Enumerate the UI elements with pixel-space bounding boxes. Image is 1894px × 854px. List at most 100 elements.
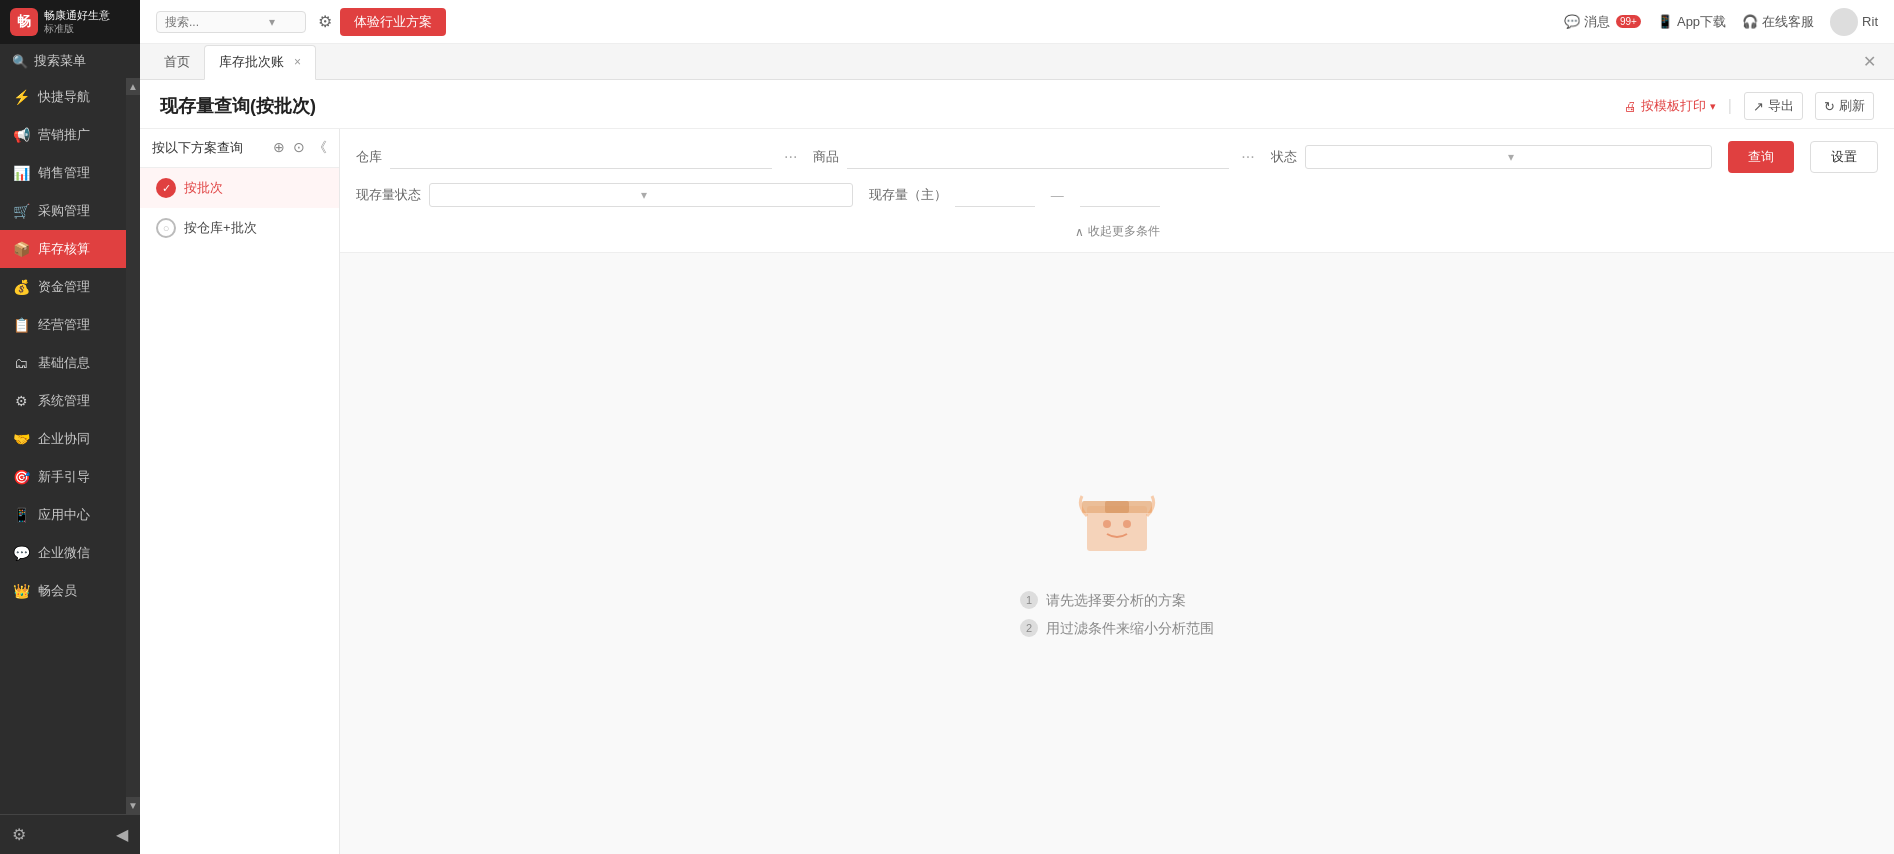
sidebar-item-marketing[interactable]: 📢营销推广 [0, 116, 126, 154]
enterprise-icon: 🤝 [12, 430, 30, 448]
settings-icon[interactable]: ⚙ [12, 825, 26, 844]
printer-icon: 🖨 [1624, 99, 1637, 114]
sidebar-item-beginner[interactable]: 🎯新手引导 [0, 458, 126, 496]
sidebar-item-label-beginner: 新手引导 [38, 468, 90, 486]
warehouse-more-icon[interactable]: ··· [784, 148, 797, 166]
hint-item-1: 1 请先选择要分析的方案 [1020, 586, 1214, 614]
sidebar-item-label-purchase: 采购管理 [38, 202, 90, 220]
tab-area-close-icon[interactable]: ✕ [1855, 52, 1884, 71]
filter-area: 仓库 ··· 商品 ··· 状态 ▾ [340, 129, 1894, 253]
inventory-qty-label: 现存量（主） [869, 186, 947, 204]
messages-badge: 99+ [1616, 15, 1641, 28]
avatar [1830, 8, 1858, 36]
collapse-left-icon[interactable]: 《 [313, 139, 327, 157]
sidebar-scroll-down[interactable]: ▼ [126, 797, 140, 814]
inventory-status-label: 现存量状态 [356, 186, 421, 204]
tabbar: 首页 库存批次账 × ✕ [140, 44, 1894, 80]
sidebar-item-app-center[interactable]: 📱应用中心 [0, 496, 126, 534]
trial-btn[interactable]: 体验行业方案 [340, 8, 446, 36]
status-dropdown-icon: ▾ [1508, 150, 1703, 164]
topbar-right: 💬 消息 99+ 📱 App下载 🎧 在线客服 Rit [1564, 8, 1878, 36]
topbar-search-input[interactable] [165, 15, 265, 29]
inventory-icon: 📦 [12, 240, 30, 258]
tab-home[interactable]: 首页 [150, 44, 204, 79]
operations-icon: 📋 [12, 316, 30, 334]
filter-row-2: 现存量状态 ▾ 现存量（主） — [356, 183, 1878, 207]
sidebar-item-enterprise[interactable]: 🤝企业协同 [0, 420, 126, 458]
settings-scheme-icon[interactable]: ⊙ [293, 139, 305, 157]
empty-hints: 1 请先选择要分析的方案 2 用过滤条件来缩小分析范围 [1020, 586, 1214, 642]
app-download-btn[interactable]: 📱 App下载 [1657, 13, 1726, 31]
tab-inventory-batch[interactable]: 库存批次账 × [204, 45, 316, 80]
scheme-item-batch[interactable]: ✓ 按批次 [140, 168, 339, 208]
scheme-warehouse-batch-label: 按仓库+批次 [184, 219, 257, 237]
app-logo: 畅 [10, 8, 38, 36]
search-menu-item[interactable]: 🔍 搜索菜单 [0, 44, 140, 78]
marketing-icon: 📢 [12, 126, 30, 144]
topbar-gear-icon[interactable]: ⚙ [318, 12, 332, 31]
inventory-qty-from[interactable] [955, 183, 1035, 207]
quick-nav-icon: ⚡ [12, 88, 30, 106]
status-select[interactable]: ▾ [1305, 145, 1712, 169]
print-btn[interactable]: 🖨 按模板打印 ▾ [1624, 97, 1716, 115]
main-area: ▾ ⚙ 体验行业方案 💬 消息 99+ 📱 App下载 🎧 在线客服 Rit [140, 0, 1894, 854]
sales-icon: 📊 [12, 164, 30, 182]
query-btn[interactable]: 查询 [1728, 141, 1794, 173]
tab-close-icon[interactable]: × [294, 55, 301, 69]
refresh-btn[interactable]: ↻ 刷新 [1815, 92, 1874, 120]
sidebar-nav: ⚡ 快捷导航 📢营销推广📊销售管理 🛒 采购管理 📦库存核算💰资金管理📋经营管理🗂基础信息… [0, 78, 126, 814]
add-scheme-icon[interactable]: ⊕ [273, 139, 285, 157]
product-input[interactable] [847, 145, 1229, 169]
right-panel: 仓库 ··· 商品 ··· 状态 ▾ [340, 129, 1894, 854]
sidebar-item-label-basic: 基础信息 [38, 354, 90, 372]
sidebar-item-finance[interactable]: 💰资金管理 [0, 268, 126, 306]
hint-item-2: 2 用过滤条件来缩小分析范围 [1020, 614, 1214, 642]
refresh-label: 刷新 [1839, 97, 1865, 115]
topbar-left: ▾ ⚙ 体验行业方案 [156, 8, 1554, 36]
export-btn[interactable]: ↗ 导出 [1744, 92, 1803, 120]
sidebar-item-label-app-center: 应用中心 [38, 506, 90, 524]
inventory-qty-filter: 现存量（主） — [869, 183, 1366, 207]
sidebar-item-label-quick-nav: 快捷导航 [38, 88, 90, 106]
hint-text-2: 用过滤条件来缩小分析范围 [1046, 614, 1214, 642]
user-name: Rit [1862, 14, 1878, 29]
app-download-icon: 📱 [1657, 14, 1673, 29]
collapse-sidebar-icon[interactable]: ◀ [116, 825, 128, 844]
headset-icon: 🎧 [1742, 14, 1758, 29]
online-service-btn[interactable]: 🎧 在线客服 [1742, 13, 1814, 31]
inventory-status-select[interactable]: ▾ [429, 183, 853, 207]
scheme-inactive-indicator: ○ [156, 218, 176, 238]
app-title-group: 畅康通好生意 标准版 [44, 8, 110, 36]
inventory-qty-to[interactable] [1080, 183, 1160, 207]
sidebar-item-quick-nav[interactable]: ⚡ 快捷导航 [0, 78, 126, 116]
settings-btn[interactable]: 设置 [1810, 141, 1878, 173]
svg-rect-2 [1105, 501, 1129, 513]
empty-box-svg [1067, 466, 1167, 566]
messages-btn[interactable]: 💬 消息 99+ [1564, 13, 1641, 31]
sidebar-item-wechat[interactable]: 💬企业微信 [0, 534, 126, 572]
collapse-more-btn[interactable]: ∧ 收起更多条件 [356, 217, 1878, 240]
topbar-search-dropdown-icon[interactable]: ▾ [269, 15, 275, 29]
topbar-search-box[interactable]: ▾ [156, 11, 306, 33]
svg-point-4 [1123, 520, 1131, 528]
sidebar-item-inventory[interactable]: 📦库存核算 [0, 230, 126, 268]
sidebar-item-basic[interactable]: 🗂基础信息 [0, 344, 126, 382]
warehouse-label: 仓库 [356, 148, 382, 166]
product-more-icon[interactable]: ··· [1241, 148, 1254, 166]
sidebar-header: 畅 畅康通好生意 标准版 [0, 0, 140, 44]
scheme-item-warehouse-batch[interactable]: ○ 按仓库+批次 [140, 208, 339, 248]
empty-state: 1 请先选择要分析的方案 2 用过滤条件来缩小分析范围 [340, 253, 1894, 854]
filter-row-1: 仓库 ··· 商品 ··· 状态 ▾ [356, 141, 1878, 173]
sidebar-scroll-up[interactable]: ▲ [126, 78, 140, 95]
sidebar-item-member[interactable]: 👑畅会员 [0, 572, 126, 610]
qty-dash: — [1043, 188, 1072, 203]
sidebar-item-sales[interactable]: 📊销售管理 [0, 154, 126, 192]
purchase-icon: 🛒 [12, 202, 30, 220]
sidebar-item-purchase[interactable]: 🛒 采购管理 [0, 192, 126, 230]
user-menu[interactable]: Rit [1830, 8, 1878, 36]
sidebar-item-system[interactable]: ⚙系统管理 [0, 382, 126, 420]
sidebar-item-label-system: 系统管理 [38, 392, 90, 410]
warehouse-input[interactable] [390, 145, 772, 169]
print-dropdown-icon: ▾ [1710, 100, 1716, 113]
sidebar-item-operations[interactable]: 📋经营管理 [0, 306, 126, 344]
